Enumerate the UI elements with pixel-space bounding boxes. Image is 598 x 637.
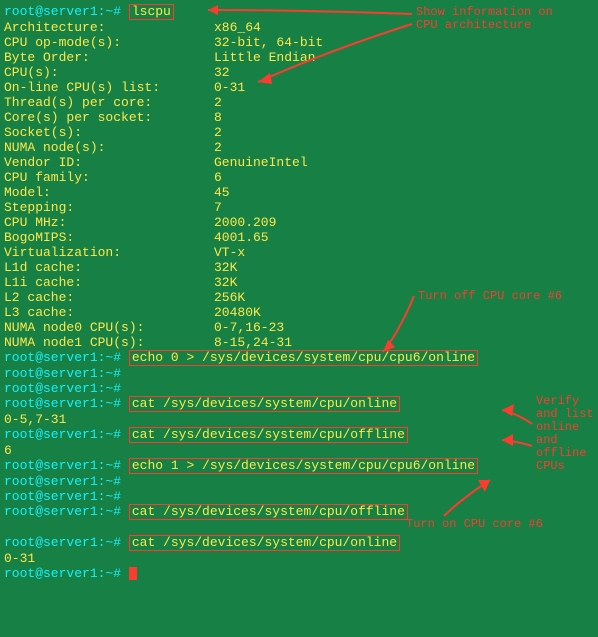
lscpu-row: Core(s) per socket:8 [4, 110, 594, 125]
lscpu-val: 45 [214, 185, 230, 200]
cmd-lscpu: lscpu [129, 4, 174, 20]
lscpu-key: BogoMIPS: [4, 230, 214, 245]
lscpu-row: L1d cache:32K [4, 260, 594, 275]
lscpu-val: 2 [214, 125, 222, 140]
lscpu-row: NUMA node(s):2 [4, 140, 594, 155]
lscpu-row: Architecture:x86_64 [4, 20, 594, 35]
lscpu-key: Stepping: [4, 200, 214, 215]
lscpu-val: GenuineIntel [214, 155, 308, 170]
prompt-line-cursor[interactable]: root@server1:~# [4, 566, 594, 581]
lscpu-row: Stepping:7 [4, 200, 594, 215]
lscpu-val: 7 [214, 200, 222, 215]
prompt-line: root@server1:~# cat /sys/devices/system/… [4, 535, 594, 551]
lscpu-val: 0-7,16-23 [214, 320, 284, 335]
prompt-line: root@server1:~# [4, 381, 594, 396]
output-online-after-on: 0-31 [4, 551, 594, 566]
prompt-line: root@server1:~# echo 1 > /sys/devices/sy… [4, 458, 594, 474]
prompt-line: root@server1:~# [4, 489, 594, 504]
lscpu-key: CPU(s): [4, 65, 214, 80]
prompt-line: root@server1:~# cat /sys/devices/system/… [4, 504, 594, 520]
lscpu-val: x86_64 [214, 20, 261, 35]
lscpu-key: NUMA node0 CPU(s): [4, 320, 214, 335]
lscpu-row: NUMA node0 CPU(s):0-7,16-23 [4, 320, 594, 335]
lscpu-output: Architecture:x86_64CPU op-mode(s):32-bit… [4, 20, 594, 350]
cursor-icon [129, 567, 137, 580]
lscpu-val: 8-15,24-31 [214, 335, 292, 350]
lscpu-row: CPU MHz:2000.209 [4, 215, 594, 230]
lscpu-val: Little Endian [214, 50, 315, 65]
lscpu-key: Vendor ID: [4, 155, 214, 170]
lscpu-key: L1d cache: [4, 260, 214, 275]
lscpu-val: 32K [214, 260, 237, 275]
lscpu-val: 32-bit, 64-bit [214, 35, 323, 50]
cmd-echo-off: echo 0 > /sys/devices/system/cpu/cpu6/on… [129, 350, 478, 366]
cmd-cat-online-2: cat /sys/devices/system/cpu/online [129, 535, 400, 551]
lscpu-row: CPU(s):32 [4, 65, 594, 80]
lscpu-key: On-line CPU(s) list: [4, 80, 214, 95]
output-offline-after-off: 6 [4, 443, 594, 458]
lscpu-row: Vendor ID:GenuineIntel [4, 155, 594, 170]
lscpu-key: NUMA node(s): [4, 140, 214, 155]
lscpu-row: L1i cache:32K [4, 275, 594, 290]
lscpu-val: 8 [214, 110, 222, 125]
lscpu-row: L3 cache:20480K [4, 305, 594, 320]
prompt-line: root@server1:~# [4, 474, 594, 489]
prompt-line: root@server1:~# lscpu [4, 4, 594, 20]
lscpu-val: 32 [214, 65, 230, 80]
lscpu-key: CPU op-mode(s): [4, 35, 214, 50]
lscpu-key: CPU family: [4, 170, 214, 185]
lscpu-val: 6 [214, 170, 222, 185]
lscpu-key: Virtualization: [4, 245, 214, 260]
lscpu-row: Socket(s):2 [4, 125, 594, 140]
lscpu-val: 32K [214, 275, 237, 290]
lscpu-row: Thread(s) per core:2 [4, 95, 594, 110]
lscpu-row: Model:45 [4, 185, 594, 200]
lscpu-row: BogoMIPS:4001.65 [4, 230, 594, 245]
lscpu-row: NUMA node1 CPU(s):8-15,24-31 [4, 335, 594, 350]
output-offline-after-on [4, 520, 594, 535]
lscpu-key: Architecture: [4, 20, 214, 35]
lscpu-row: On-line CPU(s) list:0-31 [4, 80, 594, 95]
lscpu-row: CPU family:6 [4, 170, 594, 185]
lscpu-key: Byte Order: [4, 50, 214, 65]
cmd-cat-offline-2: cat /sys/devices/system/cpu/offline [129, 504, 408, 520]
lscpu-val: VT-x [214, 245, 245, 260]
lscpu-val: 256K [214, 290, 245, 305]
lscpu-val: 2 [214, 95, 222, 110]
lscpu-key: Thread(s) per core: [4, 95, 214, 110]
lscpu-key: CPU MHz: [4, 215, 214, 230]
lscpu-key: NUMA node1 CPU(s): [4, 335, 214, 350]
prompt-line: root@server1:~# [4, 366, 594, 381]
prompt-line: root@server1:~# cat /sys/devices/system/… [4, 427, 594, 443]
lscpu-key: Socket(s): [4, 125, 214, 140]
lscpu-val: 4001.65 [214, 230, 269, 245]
lscpu-row: L2 cache:256K [4, 290, 594, 305]
lscpu-key: Core(s) per socket: [4, 110, 214, 125]
cmd-echo-on: echo 1 > /sys/devices/system/cpu/cpu6/on… [129, 458, 478, 474]
output-online-after-off: 0-5,7-31 [4, 412, 594, 427]
prompt-line: root@server1:~# cat /sys/devices/system/… [4, 396, 594, 412]
lscpu-val: 0-31 [214, 80, 245, 95]
lscpu-row: CPU op-mode(s):32-bit, 64-bit [4, 35, 594, 50]
lscpu-val: 2 [214, 140, 222, 155]
lscpu-key: L2 cache: [4, 290, 214, 305]
lscpu-key: Model: [4, 185, 214, 200]
prompt: root@server1:~# [4, 4, 121, 19]
cmd-cat-offline: cat /sys/devices/system/cpu/offline [129, 427, 408, 443]
prompt-line: root@server1:~# echo 0 > /sys/devices/sy… [4, 350, 594, 366]
lscpu-row: Byte Order:Little Endian [4, 50, 594, 65]
lscpu-key: L1i cache: [4, 275, 214, 290]
lscpu-key: L3 cache: [4, 305, 214, 320]
lscpu-val: 20480K [214, 305, 261, 320]
lscpu-val: 2000.209 [214, 215, 276, 230]
lscpu-row: Virtualization:VT-x [4, 245, 594, 260]
cmd-cat-online: cat /sys/devices/system/cpu/online [129, 396, 400, 412]
